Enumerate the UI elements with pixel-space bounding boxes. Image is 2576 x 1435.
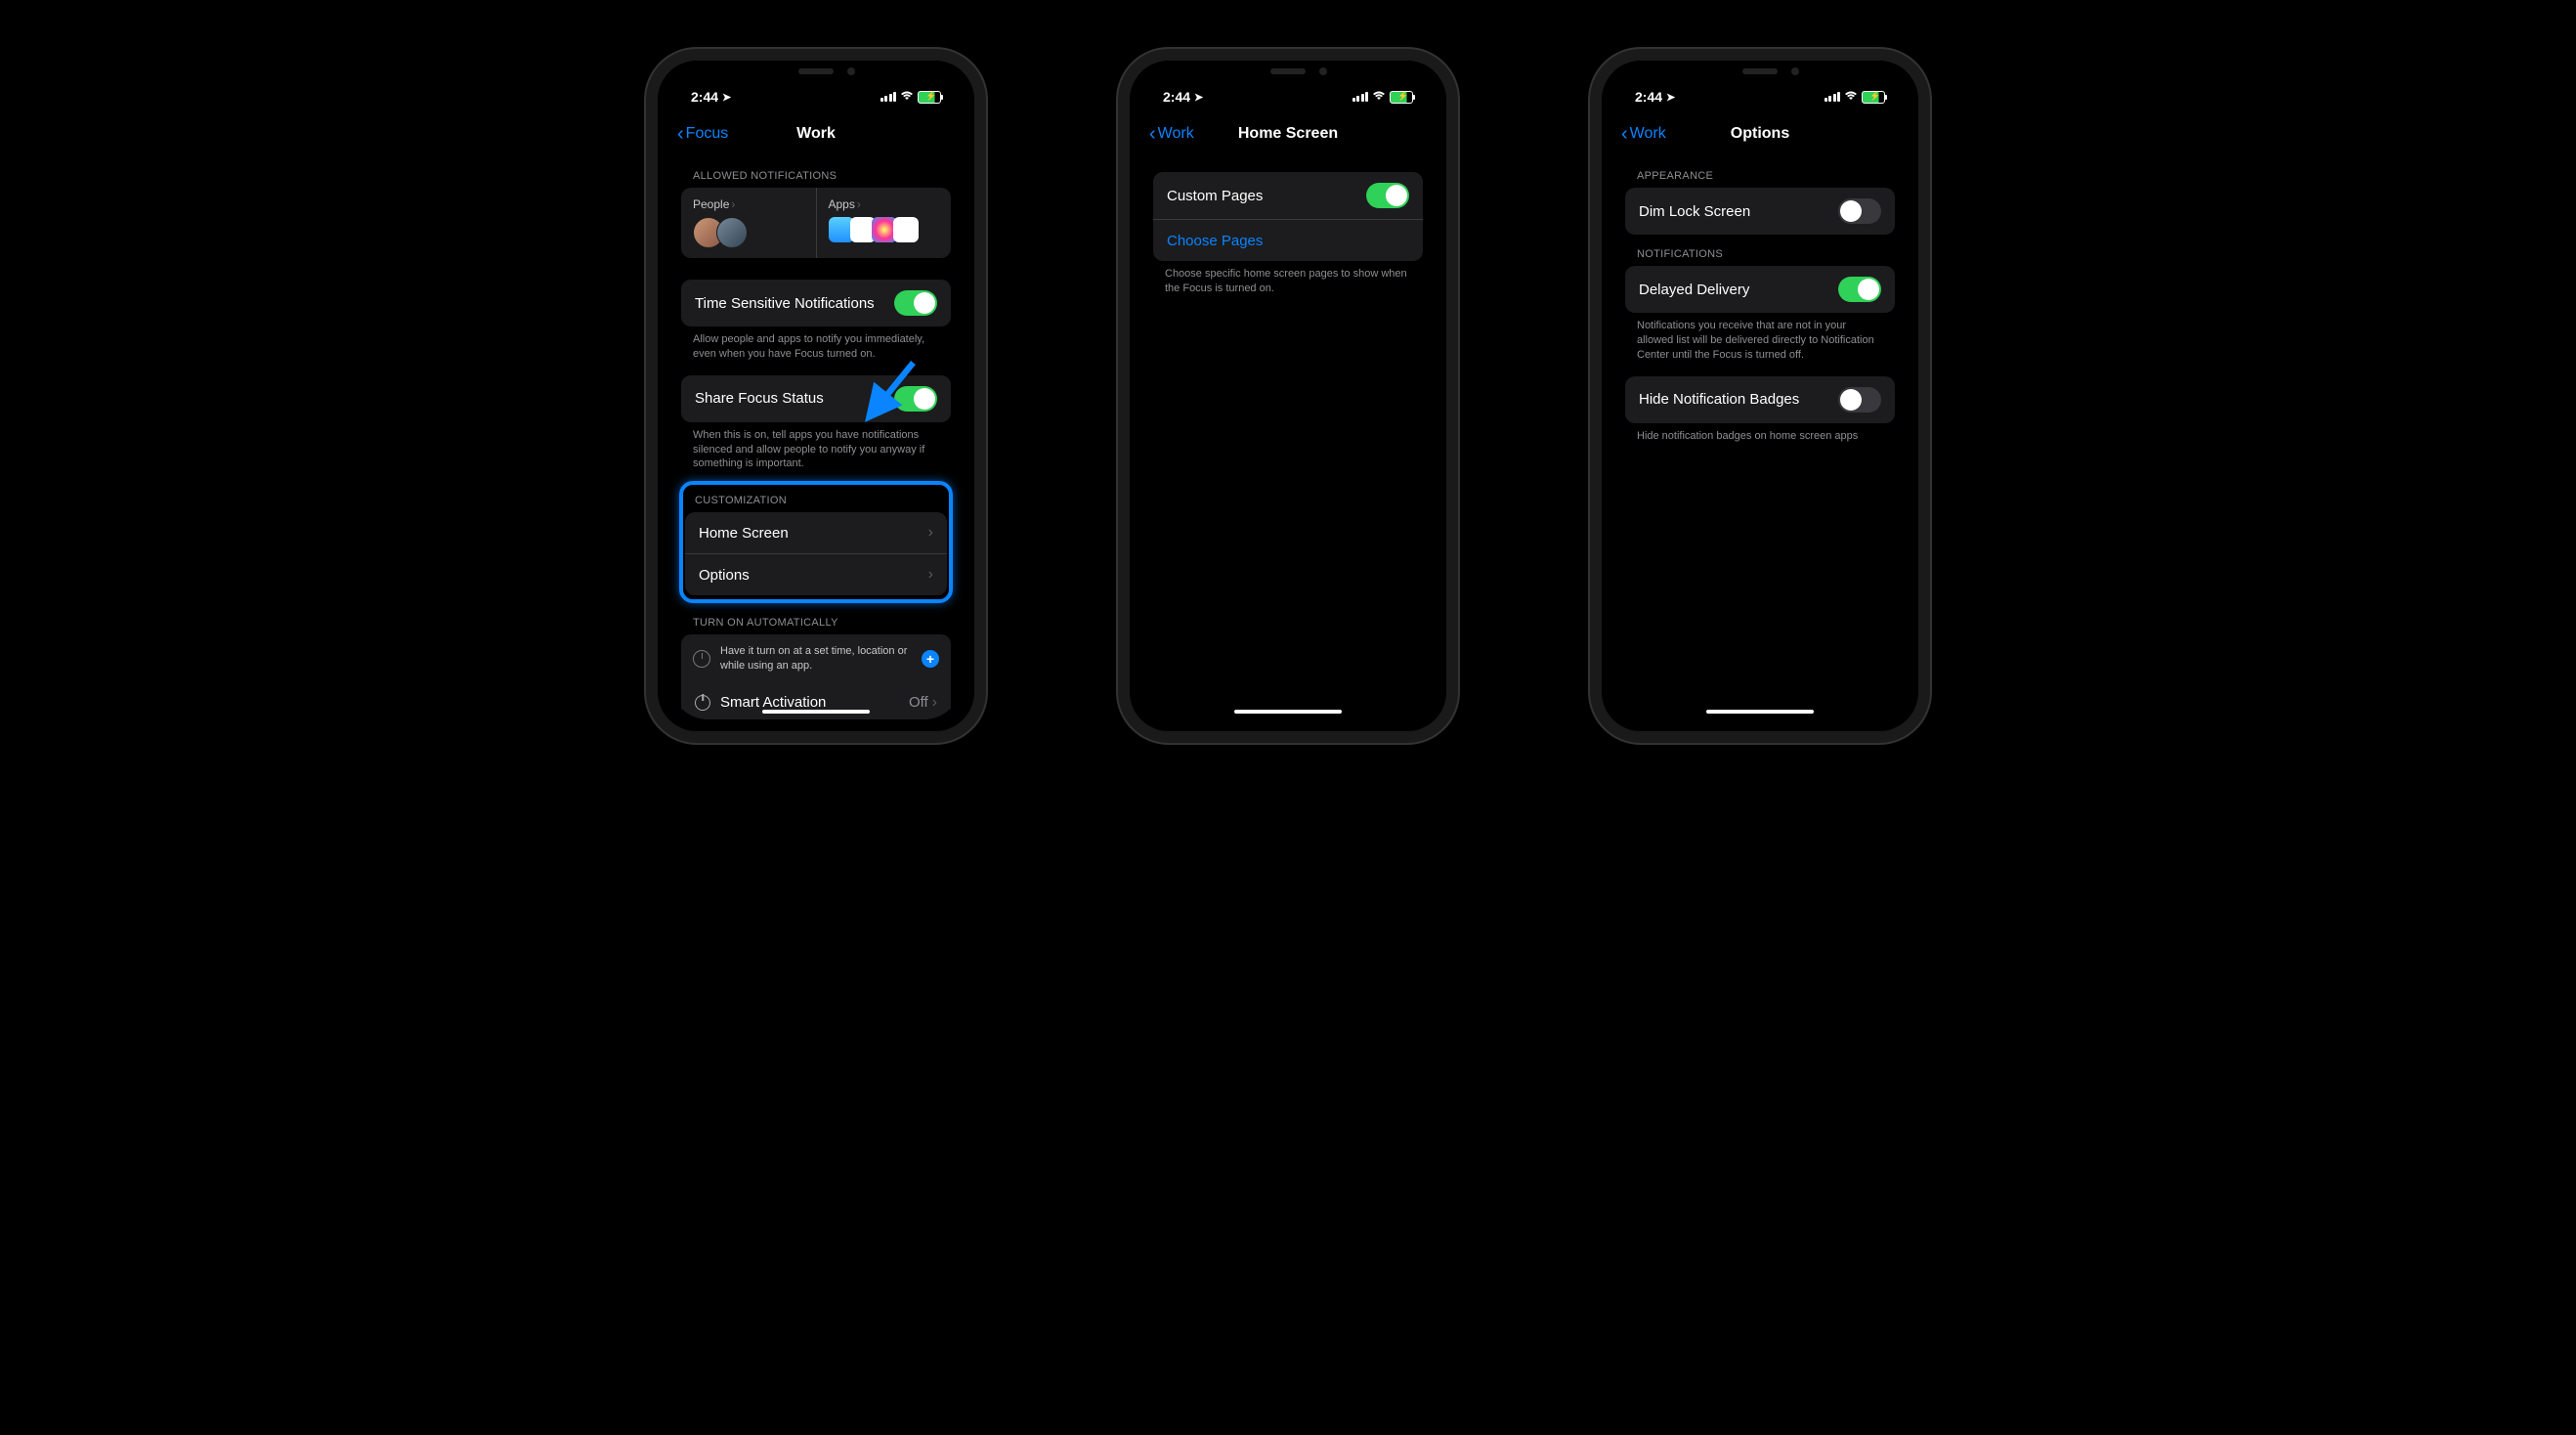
delayed-footer: Notifications you receive that are not i… xyxy=(1625,313,1895,363)
time-sensitive-footer: Allow people and apps to notify you imme… xyxy=(681,326,951,362)
chevron-left-icon: ‹ xyxy=(1149,123,1156,146)
smart-activation-row[interactable]: Smart Activation Off › xyxy=(681,682,951,719)
share-focus-footer: When this is on, tell apps you have noti… xyxy=(681,422,951,472)
status-time: 2:44 xyxy=(691,89,718,105)
chevron-right-icon: › xyxy=(928,566,933,584)
choose-pages-row[interactable]: Choose Pages xyxy=(1153,219,1423,261)
custom-pages-row[interactable]: Custom Pages xyxy=(1153,172,1423,219)
notch xyxy=(1220,61,1356,84)
hide-badges-row[interactable]: Hide Notification Badges xyxy=(1625,376,1895,423)
chevron-left-icon: ‹ xyxy=(1621,123,1628,146)
hide-badges-footer: Hide notification badges on home screen … xyxy=(1625,423,1895,444)
signal-icon xyxy=(1825,92,1841,102)
phone-home-screen-settings: 2:44 ➤ ⚡ ‹ Work Home Screen xyxy=(1118,49,1458,743)
appearance-header: APPEARANCE xyxy=(1625,156,1895,188)
location-icon: ➤ xyxy=(1194,91,1203,104)
people-avatars xyxy=(693,217,804,248)
app-icon-reminders xyxy=(893,217,919,242)
wifi-icon xyxy=(1844,90,1858,104)
notch xyxy=(1692,61,1828,84)
allowed-header: ALLOWED NOTIFICATIONS xyxy=(681,156,951,188)
hide-badges-toggle[interactable] xyxy=(1838,387,1881,413)
chevron-left-icon: ‹ xyxy=(677,123,684,146)
customization-header: CUSTOMIZATION xyxy=(683,485,949,512)
custom-pages-label: Custom Pages xyxy=(1167,188,1263,204)
people-label: People xyxy=(693,197,729,211)
nav-bar: ‹ Work Options xyxy=(1613,111,1907,156)
nav-bar: ‹ Work Home Screen xyxy=(1141,111,1435,156)
share-focus-label: Share Focus Status xyxy=(695,390,824,407)
battery-icon: ⚡ xyxy=(1862,91,1885,104)
allowed-group: People› Apps› xyxy=(681,188,951,258)
home-screen-footer: Choose specific home screen pages to sho… xyxy=(1153,261,1423,296)
options-row[interactable]: Options › xyxy=(685,553,947,595)
back-button[interactable]: ‹ Focus xyxy=(677,123,728,146)
home-indicator[interactable] xyxy=(1706,710,1814,714)
dim-lock-toggle[interactable] xyxy=(1838,198,1881,224)
chevron-right-icon: › xyxy=(932,694,937,712)
status-time: 2:44 xyxy=(1635,89,1662,105)
back-button[interactable]: ‹ Work xyxy=(1621,123,1666,146)
delayed-delivery-label: Delayed Delivery xyxy=(1639,282,1749,298)
notch xyxy=(748,61,884,84)
home-indicator[interactable] xyxy=(1234,710,1342,714)
phone-options-settings: 2:44 ➤ ⚡ ‹ Work Options A xyxy=(1590,49,1930,743)
battery-icon: ⚡ xyxy=(918,91,941,104)
chevron-right-icon: › xyxy=(857,197,861,211)
share-focus-row[interactable]: Share Focus Status xyxy=(681,375,951,422)
choose-pages-label: Choose Pages xyxy=(1167,233,1263,249)
phone-work-settings: 2:44 ➤ ⚡ ‹ Focus Work ALL xyxy=(646,49,986,743)
notifications-header: NOTIFICATIONS xyxy=(1625,235,1895,266)
chevron-right-icon: › xyxy=(731,197,735,211)
status-time: 2:44 xyxy=(1163,89,1190,105)
smart-activation-value: Off xyxy=(909,694,928,711)
add-automation-row[interactable]: Have it turn on at a set time, location … xyxy=(681,634,951,682)
apps-cell[interactable]: Apps› xyxy=(816,188,952,258)
time-sensitive-toggle[interactable] xyxy=(894,290,937,316)
power-icon xyxy=(695,695,710,711)
back-label: Focus xyxy=(686,125,729,143)
nav-bar: ‹ Focus Work xyxy=(669,111,963,156)
time-sensitive-row[interactable]: Time Sensitive Notifications xyxy=(681,280,951,326)
options-label: Options xyxy=(699,567,750,584)
share-focus-toggle[interactable] xyxy=(894,386,937,412)
back-button[interactable]: ‹ Work xyxy=(1149,123,1194,146)
turn-on-header: TURN ON AUTOMATICALLY xyxy=(681,603,951,634)
back-label: Work xyxy=(1158,125,1194,143)
hide-badges-label: Hide Notification Badges xyxy=(1639,391,1799,408)
custom-pages-toggle[interactable] xyxy=(1366,183,1409,208)
home-screen-label: Home Screen xyxy=(699,525,789,542)
location-icon: ➤ xyxy=(722,91,731,104)
automation-text: Have it turn on at a set time, location … xyxy=(720,644,912,673)
time-sensitive-label: Time Sensitive Notifications xyxy=(695,295,875,312)
home-screen-row[interactable]: Home Screen › xyxy=(685,512,947,553)
add-automation-button[interactable]: + xyxy=(922,650,939,668)
people-cell[interactable]: People› xyxy=(681,188,816,258)
smart-activation-label: Smart Activation xyxy=(720,694,826,711)
dim-lock-label: Dim Lock Screen xyxy=(1639,203,1750,220)
avatar xyxy=(716,217,748,248)
signal-icon xyxy=(880,92,897,102)
back-label: Work xyxy=(1630,125,1666,143)
apps-label: Apps xyxy=(829,197,855,211)
location-icon: ➤ xyxy=(1666,91,1675,104)
wifi-icon xyxy=(1372,90,1386,104)
home-indicator[interactable] xyxy=(762,710,870,714)
clock-icon xyxy=(693,650,710,668)
customization-highlight: CUSTOMIZATION Home Screen › Options › xyxy=(679,481,953,603)
delayed-delivery-toggle[interactable] xyxy=(1838,277,1881,302)
delayed-delivery-row[interactable]: Delayed Delivery xyxy=(1625,266,1895,313)
dim-lock-row[interactable]: Dim Lock Screen xyxy=(1625,188,1895,235)
chevron-right-icon: › xyxy=(928,524,933,542)
signal-icon xyxy=(1352,92,1369,102)
wifi-icon xyxy=(900,90,914,104)
battery-icon: ⚡ xyxy=(1390,91,1413,104)
